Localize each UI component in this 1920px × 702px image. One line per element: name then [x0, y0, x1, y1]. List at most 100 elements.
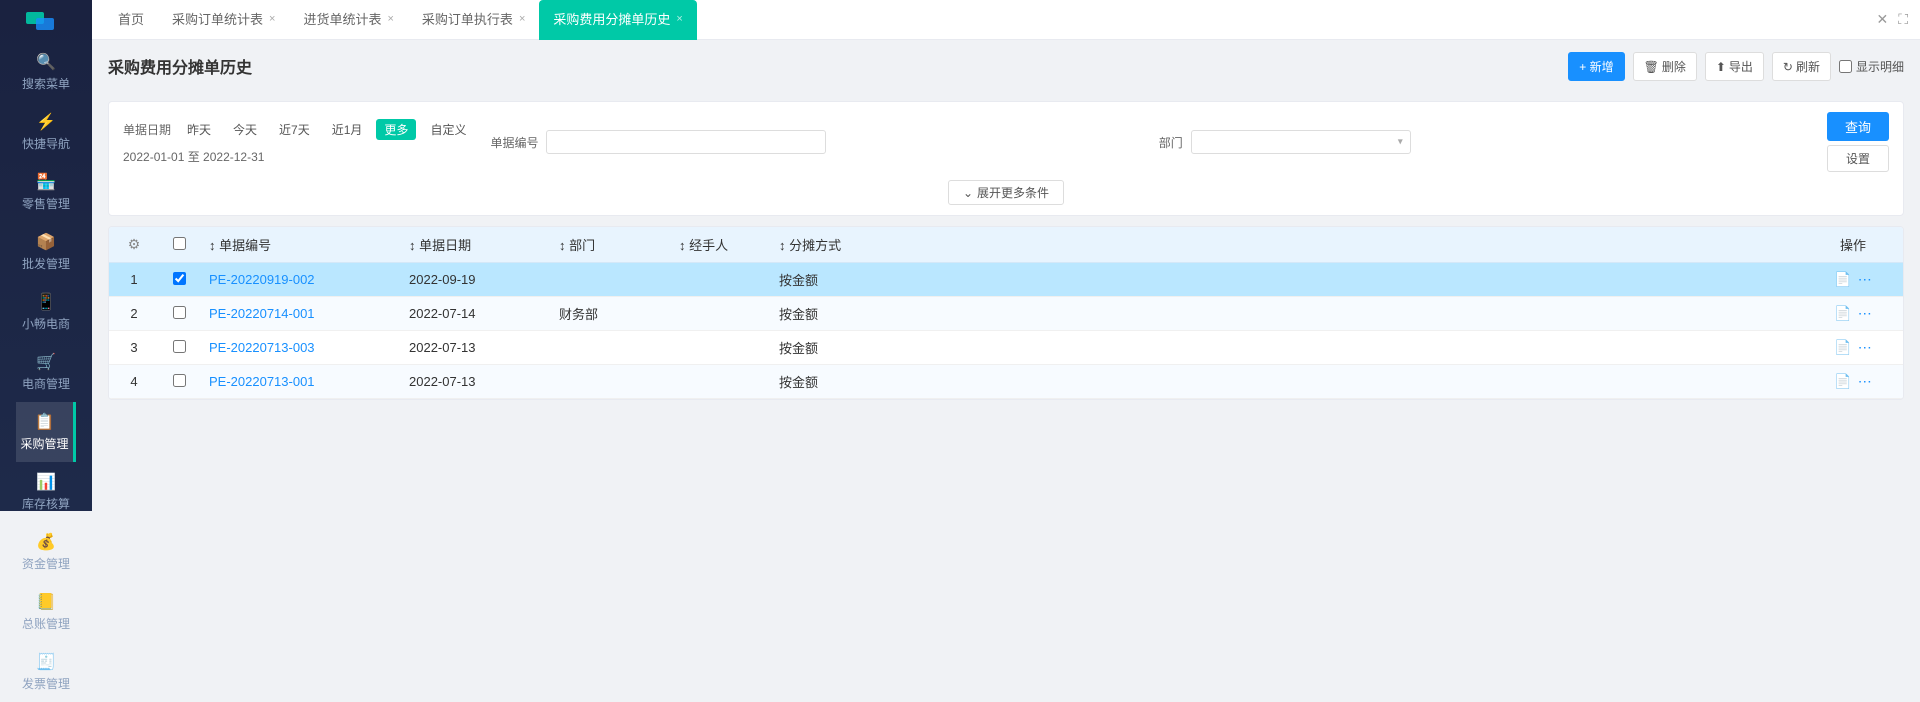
row-checkbox[interactable]: [173, 340, 186, 353]
query-button[interactable]: 查询: [1827, 112, 1889, 141]
tab-label: 进货单统计表: [303, 9, 381, 28]
th-checkbox: [159, 227, 199, 263]
th-split: ↕ 分摊方式: [769, 227, 1803, 263]
dept-filter: 部门: [1159, 130, 1811, 154]
cell-no: 3: [109, 331, 159, 365]
sidebar-item-label: 发票管理: [22, 675, 70, 692]
tab-purchase-cost-split[interactable]: 采购费用分摊单历史 ×: [539, 0, 696, 40]
expand-icon: ⌄: [963, 186, 973, 200]
sidebar-item-retail[interactable]: 🏪 零售管理: [16, 162, 75, 222]
tab-inbound-stat[interactable]: 进货单统计表 ×: [289, 0, 407, 40]
table-row: 3 PE-20220713-003 2022-07-13 按金额 📄 ⋯: [109, 331, 1903, 365]
sidebar-item-quicknav[interactable]: ⚡ 快捷导航: [16, 102, 75, 162]
select-all-checkbox[interactable]: [173, 237, 186, 250]
tab-close-inbound-stat[interactable]: ×: [387, 13, 393, 25]
doc-no-filter: 单据编号: [490, 130, 1142, 154]
search-icon: 🔍: [36, 52, 56, 72]
date-btn-more[interactable]: 更多: [376, 119, 416, 140]
sidebar-item-purchase[interactable]: 📋 采购管理: [16, 402, 75, 462]
th-split-label: ↕ 分摊方式: [779, 238, 841, 253]
table-row: 1 PE-20220919-002 2022-09-19 按金额 📄 ⋯: [109, 263, 1903, 297]
row-more-btn[interactable]: ⋯: [1858, 305, 1872, 322]
doc-no-link[interactable]: PE-20220919-002: [209, 272, 315, 287]
sidebar-item-label: 搜索菜单: [22, 75, 70, 92]
delete-icon: 🗑: [1644, 60, 1659, 74]
row-view-btn[interactable]: 📄: [1834, 339, 1851, 356]
dept-select[interactable]: [1191, 130, 1411, 154]
expand-btn[interactable]: ⌄ 展开更多条件: [948, 180, 1064, 205]
row-checkbox[interactable]: [173, 306, 186, 319]
th-setting: ⚙: [109, 227, 159, 263]
tab-bar: 首页采购订单统计表×进货单统计表×采购订单执行表×采购费用分摊单历史× ✕ ⛶: [92, 0, 1920, 40]
finance-icon: 💰: [36, 532, 56, 552]
tab-fullscreen-icon[interactable]: ⛶: [1898, 11, 1908, 28]
row-checkbox[interactable]: [173, 374, 186, 387]
tab-purchase-order-stat[interactable]: 采购订单统计表×: [158, 0, 289, 40]
tab-label: 采购费用分摊单历史: [553, 9, 670, 28]
cell-dept: [549, 263, 669, 297]
date-btn-1month[interactable]: 近1月: [324, 119, 371, 140]
cell-date: 2022-07-13: [399, 331, 549, 365]
row-more-btn[interactable]: ⋯: [1858, 271, 1872, 288]
cell-date: 2022-09-19: [399, 263, 549, 297]
tab-purchase-order-exec[interactable]: 采购订单执行表×: [408, 0, 539, 40]
sidebar-item-ledger[interactable]: 📒 总账管理: [16, 582, 75, 642]
wholesale-icon: 📦: [36, 232, 56, 252]
sidebar-item-wholesale[interactable]: 📦 批发管理: [16, 222, 75, 282]
add-button[interactable]: + 新增: [1568, 52, 1624, 81]
cell-doc-no: PE-20220919-002: [199, 263, 399, 297]
row-view-btn[interactable]: 📄: [1834, 305, 1851, 322]
cell-checkbox: [159, 331, 199, 365]
tab-home[interactable]: 首页: [104, 0, 158, 40]
sidebar-item-label: 资金管理: [22, 555, 70, 572]
date-btn-yesterday[interactable]: 昨天: [179, 119, 219, 140]
date-btn-7days[interactable]: 近7天: [271, 119, 318, 140]
delete-button[interactable]: 🗑 删除: [1633, 52, 1697, 81]
doc-no-link[interactable]: PE-20220713-003: [209, 340, 315, 355]
table-header: ⚙ ↕ 单据编号 ↕ 单据日期 ↕ 部门: [109, 227, 1903, 263]
tab-close-purchase-order-exec[interactable]: ×: [519, 13, 525, 25]
date-btn-custom[interactable]: 自定义: [422, 119, 474, 140]
tab-close-purchase-cost-split[interactable]: ×: [676, 13, 682, 25]
sidebar: 🔍 搜索菜单 ⚡ 快捷导航 🏪 零售管理 📦 批发管理 📱 小畅电商 🛒 电商管…: [0, 0, 92, 511]
date-btn-today[interactable]: 今天: [225, 119, 265, 140]
row-checkbox[interactable]: [173, 272, 186, 285]
column-settings-icon[interactable]: ⚙: [128, 236, 141, 252]
filter-bar: 单据日期 昨天 今天 近7天 近1月 更多 自定义 2022-01-01 至 2…: [108, 101, 1904, 216]
export-button[interactable]: ⬆ 导出: [1705, 52, 1764, 81]
doc-no-link[interactable]: PE-20220714-001: [209, 306, 315, 321]
filter-settings-button[interactable]: 设置: [1827, 145, 1889, 172]
sidebar-item-inventory[interactable]: 📊 库存核算: [16, 462, 75, 522]
cell-dept: 财务部: [549, 297, 669, 331]
cell-doc-no: PE-20220713-003: [199, 331, 399, 365]
tab-close-all-icon[interactable]: ✕: [1876, 11, 1888, 28]
show-columns-checkbox[interactable]: 显示明细: [1839, 58, 1904, 75]
th-date-label: ↕ 单据日期: [409, 238, 471, 253]
sidebar-item-finance[interactable]: 💰 资金管理: [16, 522, 75, 582]
doc-no-input[interactable]: [546, 130, 826, 154]
tab-actions: ✕ ⛶: [1876, 11, 1908, 28]
dept-select-wrapper: [1191, 130, 1411, 154]
cell-checkbox: [159, 263, 199, 297]
sidebar-item-search[interactable]: 🔍 搜索菜单: [16, 42, 75, 102]
sidebar-item-label: 采购管理: [20, 435, 68, 452]
sidebar-item-ecommerce[interactable]: 🛒 电商管理: [16, 342, 75, 402]
sidebar-item-miniapp[interactable]: 📱 小畅电商: [16, 282, 75, 342]
refresh-button[interactable]: ↻ 刷新: [1772, 52, 1831, 81]
cell-no: 1: [109, 263, 159, 297]
cell-dept: [549, 331, 669, 365]
row-view-btn[interactable]: 📄: [1834, 271, 1851, 288]
table-row: 4 PE-20220713-001 2022-07-13 按金额 📄 ⋯: [109, 365, 1903, 399]
row-more-btn[interactable]: ⋯: [1858, 339, 1872, 356]
th-handler-label: ↕ 经手人: [679, 238, 728, 253]
table-row: 2 PE-20220714-001 2022-07-14 财务部 按金额 📄 ⋯: [109, 297, 1903, 331]
th-dept: ↕ 部门: [549, 227, 669, 263]
cell-doc-no: PE-20220714-001: [199, 297, 399, 331]
cell-split: 按金额: [769, 297, 1803, 331]
row-more-btn[interactable]: ⋯: [1858, 373, 1872, 390]
row-view-btn[interactable]: 📄: [1834, 373, 1851, 390]
cell-action: 📄 ⋯: [1803, 297, 1903, 331]
sidebar-item-invoice[interactable]: 🧾 发票管理: [16, 642, 75, 702]
tab-close-purchase-order-stat[interactable]: ×: [269, 13, 275, 25]
doc-no-link[interactable]: PE-20220713-001: [209, 374, 315, 389]
